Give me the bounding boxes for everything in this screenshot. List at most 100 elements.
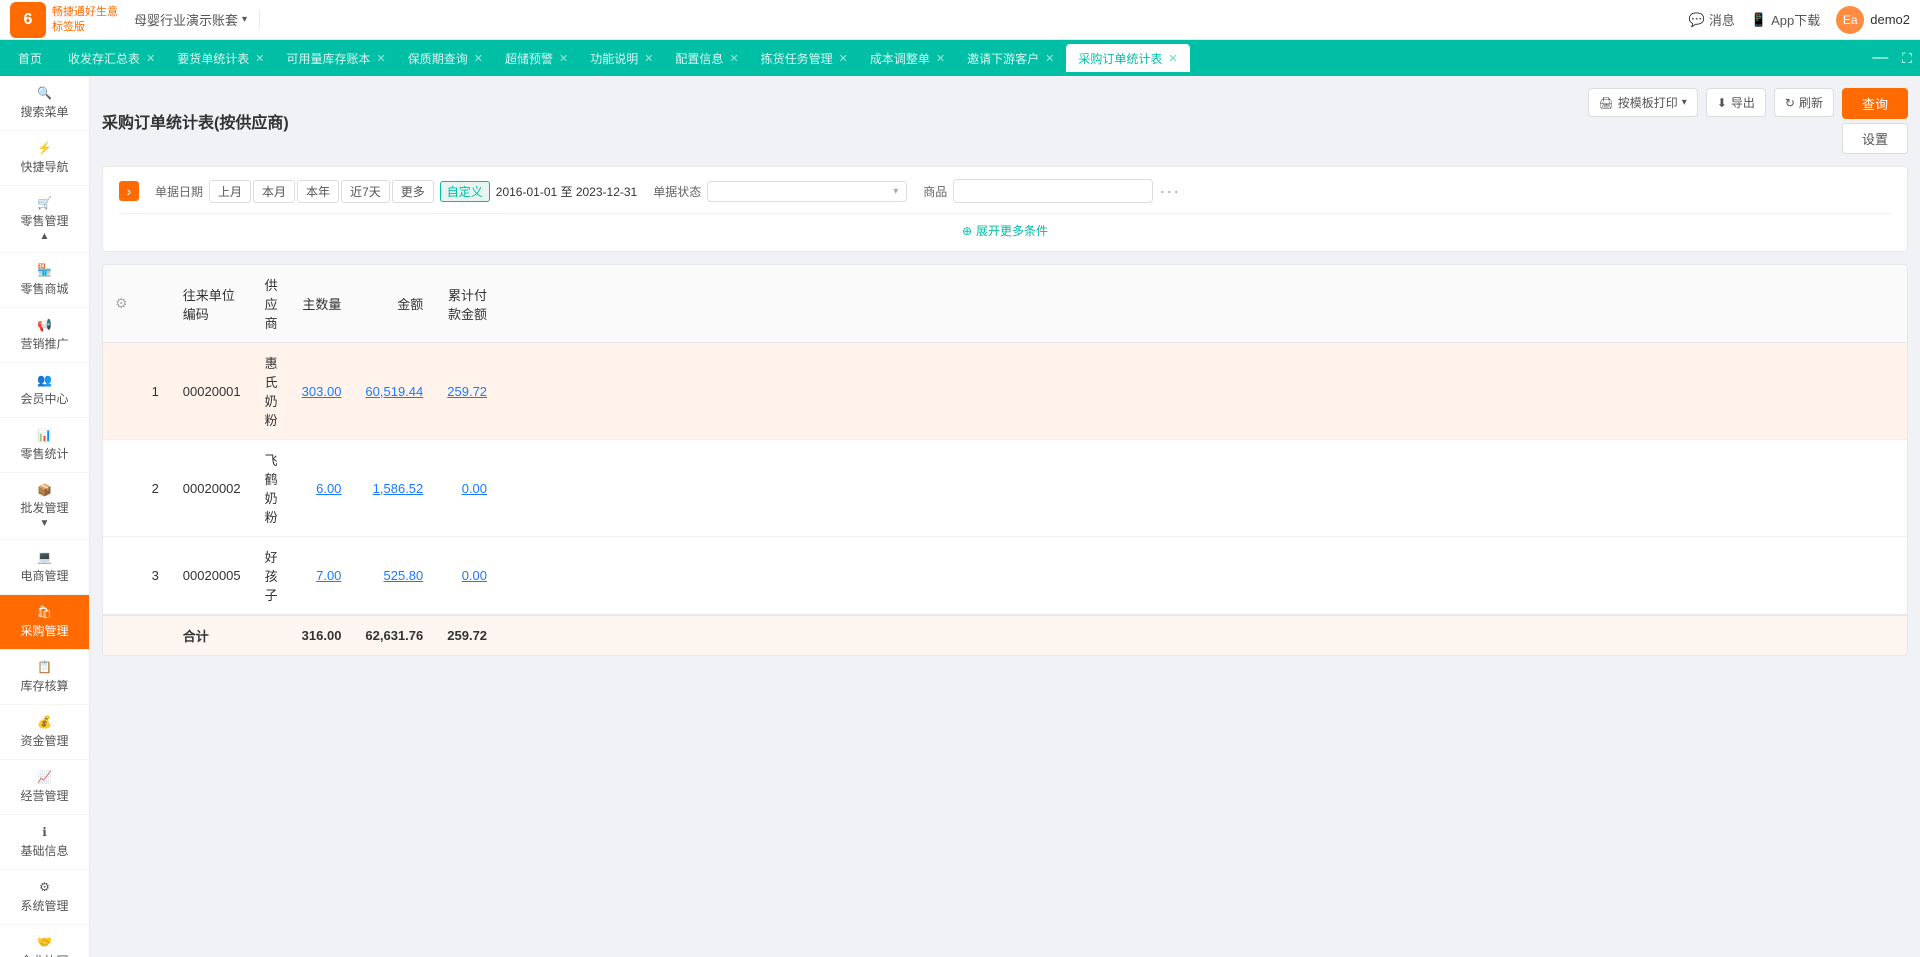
sidebar-item-search[interactable]: 🔍 搜索菜单	[0, 76, 89, 131]
refresh-button[interactable]: ↻ 刷新	[1774, 88, 1834, 117]
minimize-window-icon[interactable]: —	[1868, 47, 1892, 69]
close-tab-icon[interactable]: ✕	[936, 52, 945, 65]
workspace-selector[interactable]: 母婴行业演示账套 ▾	[122, 10, 260, 29]
sidebar-item-system[interactable]: ⚙ 系统管理	[0, 870, 89, 925]
status-select[interactable]: ▾	[707, 181, 907, 202]
enterprise-icon: 🤝	[37, 935, 52, 949]
tab-available-stock[interactable]: 可用量库存账本 ✕	[276, 44, 395, 72]
period-this-year[interactable]: 本年	[297, 180, 339, 203]
query-button[interactable]: 查询	[1842, 88, 1908, 119]
cell-paid[interactable]: 0.00	[435, 440, 499, 537]
sidebar-item-finance[interactable]: 💰 资金管理	[0, 705, 89, 760]
sidebar-item-purchase[interactable]: 🛍 采购管理	[0, 595, 89, 650]
tab-collect-pay[interactable]: 收发存汇总表 ✕	[58, 44, 165, 72]
period-more[interactable]: 更多	[392, 180, 434, 203]
footer-supplier-cell	[253, 615, 290, 655]
sidebar-item-quick-nav[interactable]: ⚡ 快捷导航	[0, 131, 89, 186]
tab-purchase-order-stats[interactable]: 采购订单统计表 ✕	[1066, 44, 1189, 72]
logo-icon: 6	[10, 2, 46, 38]
product-input[interactable]	[953, 179, 1153, 203]
tab-expiry-query[interactable]: 保质期查询 ✕	[398, 44, 493, 72]
sidebar-item-retail-stats[interactable]: 📊 零售统计	[0, 418, 89, 473]
period-buttons: 上月 本月 本年 近7天 更多	[209, 180, 434, 203]
header-actions: 🖨 按模板打印 ▾ ⬇ 导出 ↻ 刷新 查询 设置	[1588, 88, 1908, 154]
tab-order-stats[interactable]: 要货单统计表 ✕	[167, 44, 274, 72]
cell-unit-code: 00020001	[171, 343, 253, 440]
close-tab-icon[interactable]: ✕	[474, 52, 483, 65]
close-tab-icon[interactable]: ✕	[1045, 52, 1054, 65]
close-tab-icon[interactable]: ✕	[729, 52, 738, 65]
inventory-icon: 📋	[37, 660, 52, 674]
tab-invite-downstream[interactable]: 邀请下游客户 ✕	[957, 44, 1064, 72]
refresh-icon: ↻	[1785, 96, 1795, 110]
sidebar-item-marketing[interactable]: 📢 营销推广	[0, 308, 89, 363]
close-tab-icon[interactable]: ✕	[839, 52, 848, 65]
period-this-month[interactable]: 本月	[253, 180, 295, 203]
tab-config[interactable]: 配置信息 ✕	[665, 44, 748, 72]
sidebar-item-wholesale[interactable]: 📦 批发管理 ▼	[0, 473, 89, 540]
close-tab-icon[interactable]: ✕	[559, 52, 568, 65]
retail-shop-icon: 🏪	[37, 263, 52, 277]
retail-mgmt-icon: 🛒	[37, 196, 52, 210]
tab-home[interactable]: 首页	[4, 44, 56, 72]
close-tab-icon[interactable]: ✕	[146, 52, 155, 65]
close-active-tab-icon[interactable]: ✕	[1168, 52, 1177, 65]
sidebar-item-inventory[interactable]: 📋 库存核算	[0, 650, 89, 705]
sidebar-item-retail-shop[interactable]: 🏪 零售商城	[0, 253, 89, 308]
retail-stats-icon: 📊	[37, 428, 52, 442]
ecommerce-icon: 💻	[37, 550, 52, 564]
cell-paid[interactable]: 0.00	[435, 537, 499, 616]
template-print-button[interactable]: 🖨 按模板打印 ▾	[1588, 88, 1698, 117]
system-icon: ⚙	[39, 880, 50, 894]
footer-quantity-cell: 316.00	[290, 615, 354, 655]
column-settings-icon[interactable]: ⚙	[115, 295, 128, 311]
sidebar-item-member[interactable]: 👥 会员中心	[0, 363, 89, 418]
cell-quantity[interactable]: 6.00	[290, 440, 354, 537]
member-icon: 👥	[37, 373, 52, 387]
col-supplier-header: 供应商	[253, 265, 290, 343]
close-tab-icon[interactable]: ✕	[377, 52, 386, 65]
sidebar-item-ecommerce[interactable]: 💻 电商管理	[0, 540, 89, 595]
cell-amount[interactable]: 525.80	[353, 537, 435, 616]
cell-settings	[103, 343, 140, 440]
maximize-window-icon[interactable]: ⛶	[1898, 48, 1916, 69]
sidebar-item-enterprise[interactable]: 🤝 企业协同	[0, 925, 89, 957]
close-tab-icon[interactable]: ✕	[255, 52, 264, 65]
cell-paid[interactable]: 259.72	[435, 343, 499, 440]
cell-amount[interactable]: 60,519.44	[353, 343, 435, 440]
expand-toggle-button[interactable]: ›	[119, 181, 139, 201]
custom-date-tag[interactable]: 自定义	[440, 181, 490, 202]
cell-extra	[499, 537, 1907, 616]
collapse-arrow-icon: ▼	[40, 518, 50, 529]
top-bar: 6 畅捷通好生意 标签版 母婴行业演示账套 ▾ 💬 消息 📱 App下载 Ea …	[0, 0, 1920, 40]
sidebar-item-basic-info[interactable]: ℹ 基础信息	[0, 815, 89, 870]
period-last-month[interactable]: 上月	[209, 180, 251, 203]
settings-button[interactable]: 设置	[1842, 123, 1908, 154]
tab-function-desc[interactable]: 功能说明 ✕	[580, 44, 663, 72]
product-filter-label: 商品	[923, 183, 947, 200]
expand-more-row[interactable]: ⊕ 展开更多条件	[119, 213, 1891, 239]
user-avatar[interactable]: Ea demo2	[1836, 6, 1910, 34]
cell-quantity[interactable]: 303.00	[290, 343, 354, 440]
footer-extra-cell	[499, 615, 1907, 655]
sidebar-item-retail-mgmt[interactable]: 🛒 零售管理 ▲	[0, 186, 89, 253]
app-download-button[interactable]: 📱 App下载	[1751, 10, 1820, 29]
period-7days[interactable]: 近7天	[341, 180, 390, 203]
cell-settings	[103, 440, 140, 537]
tab-cost-adjust[interactable]: 成本调整单 ✕	[860, 44, 955, 72]
footer-paid-cell: 259.72	[435, 615, 499, 655]
more-options-icon[interactable]: ···	[1159, 182, 1180, 200]
export-button[interactable]: ⬇ 导出	[1706, 88, 1766, 117]
table-row: 2 00020002 飞鹤奶粉 6.00 1,586.52 0.00	[103, 440, 1907, 537]
cell-extra	[499, 440, 1907, 537]
tab-overstock[interactable]: 超储预警 ✕	[495, 44, 578, 72]
page-title: 采购订单统计表(按供应商)	[102, 109, 289, 133]
close-tab-icon[interactable]: ✕	[644, 52, 653, 65]
tab-pick-task[interactable]: 拣货任务管理 ✕	[751, 44, 858, 72]
sidebar-item-operation[interactable]: 📈 经营管理	[0, 760, 89, 815]
cell-amount[interactable]: 1,586.52	[353, 440, 435, 537]
table-footer-row: 合计 316.00 62,631.76 259.72	[103, 615, 1907, 655]
cell-quantity[interactable]: 7.00	[290, 537, 354, 616]
print-dropdown-icon: ▾	[1682, 97, 1687, 108]
message-button[interactable]: 💬 消息	[1689, 10, 1735, 29]
